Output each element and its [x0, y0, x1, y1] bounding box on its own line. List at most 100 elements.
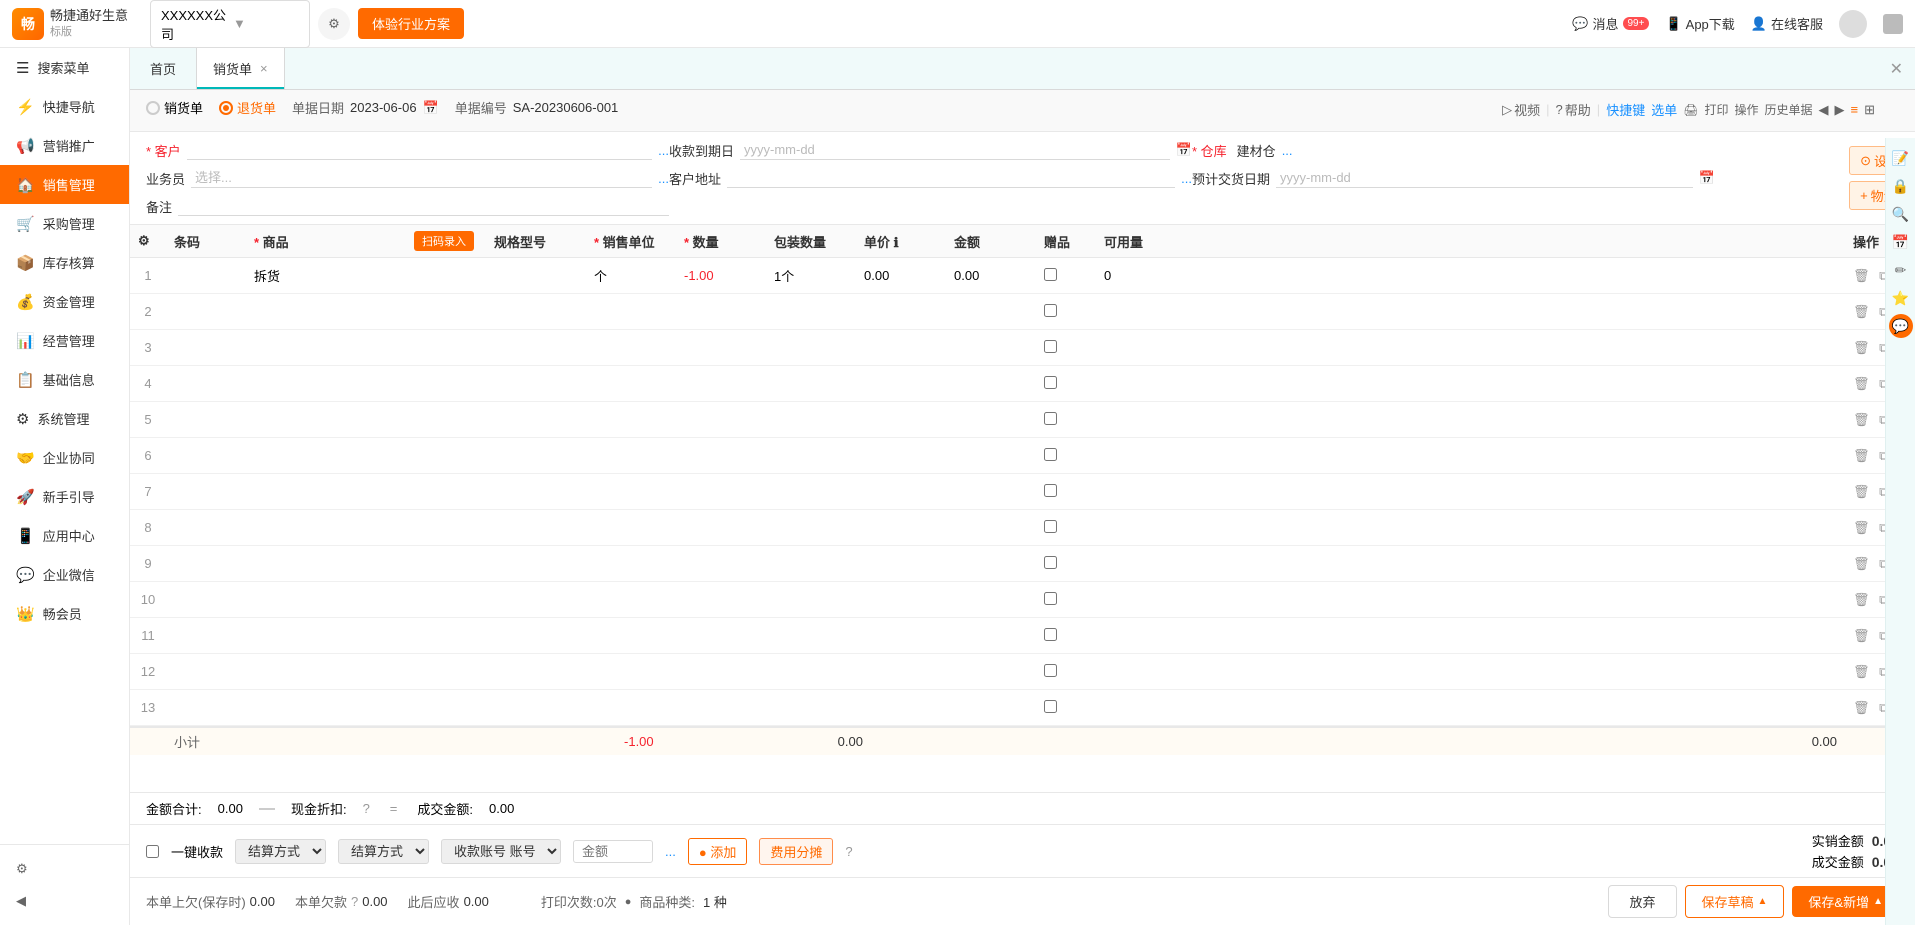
close-button[interactable]: ✕ — [1890, 59, 1903, 79]
gift-checkbox-10[interactable] — [1044, 592, 1057, 605]
due-date-input[interactable] — [740, 140, 1170, 160]
delete-icon-10[interactable]: 🗑 — [1853, 592, 1870, 607]
customer-address-input[interactable] — [727, 168, 1175, 188]
remarks-input[interactable] — [178, 196, 669, 216]
sidebar-item-purchase[interactable]: 🛒 采购管理 — [0, 204, 129, 243]
delete-icon-1[interactable]: 🗑 — [1853, 268, 1870, 283]
layout1-icon[interactable]: ≡ — [1851, 102, 1859, 117]
gift-checkbox-9[interactable] — [1044, 556, 1057, 569]
gift-checkbox-13[interactable] — [1044, 700, 1057, 713]
online-service-button[interactable]: 👤 在线客服 — [1751, 14, 1823, 33]
gift-checkbox-7[interactable] — [1044, 484, 1057, 497]
delete-icon-11[interactable]: 🗑 — [1853, 628, 1870, 643]
row-qty-1[interactable]: -1.00 — [676, 258, 766, 294]
prev-icon[interactable]: ◀ — [1819, 102, 1829, 118]
one-click-checkbox[interactable] — [146, 845, 159, 858]
right-panel-icon-1[interactable]: 📝 — [1889, 146, 1913, 170]
sidebar-item-guide[interactable]: 🚀 新手引导 — [0, 477, 129, 516]
delete-icon-9[interactable]: 🗑 — [1853, 556, 1870, 571]
toolbar-select[interactable]: 选单 — [1651, 100, 1677, 119]
col-settings[interactable]: ⚙ — [130, 225, 166, 258]
sidebar-settings-button[interactable]: ⚙ — [0, 853, 129, 885]
delete-icon-7[interactable]: 🗑 — [1853, 484, 1870, 499]
delete-icon-13[interactable]: 🗑 — [1853, 700, 1870, 715]
right-panel-icon-6[interactable]: ⭐ — [1889, 286, 1913, 310]
toolbar-video[interactable]: ▷ 视频 — [1502, 100, 1540, 119]
payment-add-button[interactable]: ● 添加 — [688, 838, 748, 865]
radio-sales-order[interactable]: 销货单 — [146, 98, 203, 117]
company-selector[interactable]: XXXXXX公司 ▼ — [150, 0, 310, 48]
amount-input[interactable] — [573, 840, 653, 863]
sidebar-item-quick-nav[interactable]: ⚡ 快捷导航 — [0, 87, 129, 126]
salesperson-input[interactable] — [191, 168, 652, 188]
save-new-button[interactable]: 保存&新增 ▲ — [1792, 886, 1899, 917]
toolbar-shortcut[interactable]: 快捷键 — [1606, 100, 1645, 119]
delete-icon-2[interactable]: 🗑 — [1853, 304, 1870, 319]
row-product-1[interactable]: 拆货 — [246, 258, 406, 294]
save-draft-button[interactable]: 保存草稿 ▲ — [1685, 885, 1785, 918]
payment-method-select2[interactable]: 结算方式 — [338, 839, 429, 864]
account-select[interactable]: 收款账号 账号 — [441, 839, 561, 864]
gift-checkbox-11[interactable] — [1044, 628, 1057, 641]
right-panel-icon-4[interactable]: 📅 — [1889, 230, 1913, 254]
gear-icon[interactable]: ⚙ — [318, 8, 350, 40]
sidebar-item-inventory[interactable]: 📦 库存核算 — [0, 243, 129, 282]
toolbar-help[interactable]: ? 帮助 — [1556, 100, 1591, 119]
tab-sales-order[interactable]: 销货单 × — [197, 48, 285, 89]
split-question-icon[interactable]: ? — [845, 844, 852, 859]
toolbar-actions[interactable]: 操作 — [1734, 101, 1758, 118]
due-date-calendar-icon[interactable]: 📅 — [1176, 142, 1192, 158]
toolbar-print[interactable]: 打印 — [1704, 101, 1728, 118]
toolbar-history[interactable]: 历史单据 — [1764, 101, 1812, 118]
sidebar-item-finance[interactable]: 💰 资金管理 — [0, 282, 129, 321]
sidebar-item-operations[interactable]: 📊 经营管理 — [0, 321, 129, 360]
table-scroll[interactable]: ⚙ 条码 * 商品 扫码录入 规格型号 * 销售单位 * 数量 包装数量 单价 … — [130, 225, 1915, 792]
gift-checkbox-5[interactable] — [1044, 412, 1057, 425]
sidebar-item-search[interactable]: ☰ 搜索菜单 — [0, 48, 129, 87]
row-barcode-1[interactable] — [166, 258, 246, 294]
tab-close-icon[interactable]: × — [260, 61, 268, 76]
next-icon[interactable]: ▶ — [1835, 102, 1845, 118]
sidebar-collapse-button[interactable]: ◀ — [0, 885, 129, 917]
question-icon-owed[interactable]: ? — [351, 894, 358, 909]
delete-icon-5[interactable]: 🗑 — [1853, 412, 1870, 427]
salesperson-dots[interactable]: ... — [658, 171, 669, 186]
right-panel-icon-3[interactable]: 🔍 — [1889, 202, 1913, 226]
expected-delivery-input[interactable] — [1276, 168, 1693, 188]
expected-delivery-calendar-icon[interactable]: 📅 — [1699, 170, 1715, 186]
tab-home[interactable]: 首页 — [130, 48, 197, 89]
sidebar-item-member[interactable]: 👑 畅会员 — [0, 594, 129, 633]
sidebar-item-enterprise[interactable]: 🤝 企业协同 — [0, 438, 129, 477]
row-gift-1[interactable] — [1036, 258, 1096, 294]
app-download-button[interactable]: 📱 App下载 — [1665, 14, 1734, 33]
row-pack-qty-1[interactable]: 1个 — [766, 258, 856, 294]
row-spec-1[interactable] — [486, 258, 586, 294]
scan-button[interactable]: 扫码录入 — [414, 231, 474, 251]
payment-method-select[interactable]: 结算方式 — [235, 839, 326, 864]
message-button[interactable]: 💬 消息 99+ — [1572, 14, 1649, 33]
customer-input[interactable] — [187, 140, 652, 160]
trial-button[interactable]: 体验行业方案 — [358, 8, 464, 39]
calendar-icon[interactable]: 📅 — [423, 100, 439, 116]
row-unit-price-1[interactable]: 0.00 — [856, 258, 946, 294]
sidebar-item-sales[interactable]: 🏠 销售管理 — [0, 165, 129, 204]
gift-checkbox-2[interactable] — [1044, 304, 1057, 317]
gift-checkbox-4[interactable] — [1044, 376, 1057, 389]
avatar[interactable] — [1839, 10, 1867, 38]
abandon-button[interactable]: 放弃 — [1608, 885, 1676, 918]
gift-checkbox-8[interactable] — [1044, 520, 1057, 533]
dots-icon[interactable]: ... — [665, 844, 676, 859]
customer-address-dots[interactable]: ... — [1181, 171, 1192, 186]
delete-icon-4[interactable]: 🗑 — [1853, 376, 1870, 391]
layout2-icon[interactable]: ⊞ — [1864, 102, 1875, 118]
gift-checkbox-1[interactable] — [1044, 268, 1057, 281]
sidebar-item-marketing[interactable]: 📢 营销推广 — [0, 126, 129, 165]
sidebar-item-wechat[interactable]: 💬 企业微信 — [0, 555, 129, 594]
warehouse-dots[interactable]: ... — [1282, 143, 1293, 158]
radio-return-order[interactable]: 退货单 — [219, 98, 276, 117]
row-amount-1[interactable]: 0.00 — [946, 258, 1036, 294]
gift-checkbox-12[interactable] — [1044, 664, 1057, 677]
sidebar-item-base-info[interactable]: 📋 基础信息 — [0, 360, 129, 399]
sidebar-item-system[interactable]: ⚙ 系统管理 — [0, 399, 129, 438]
right-panel-icon-5[interactable]: ✏ — [1889, 258, 1913, 282]
